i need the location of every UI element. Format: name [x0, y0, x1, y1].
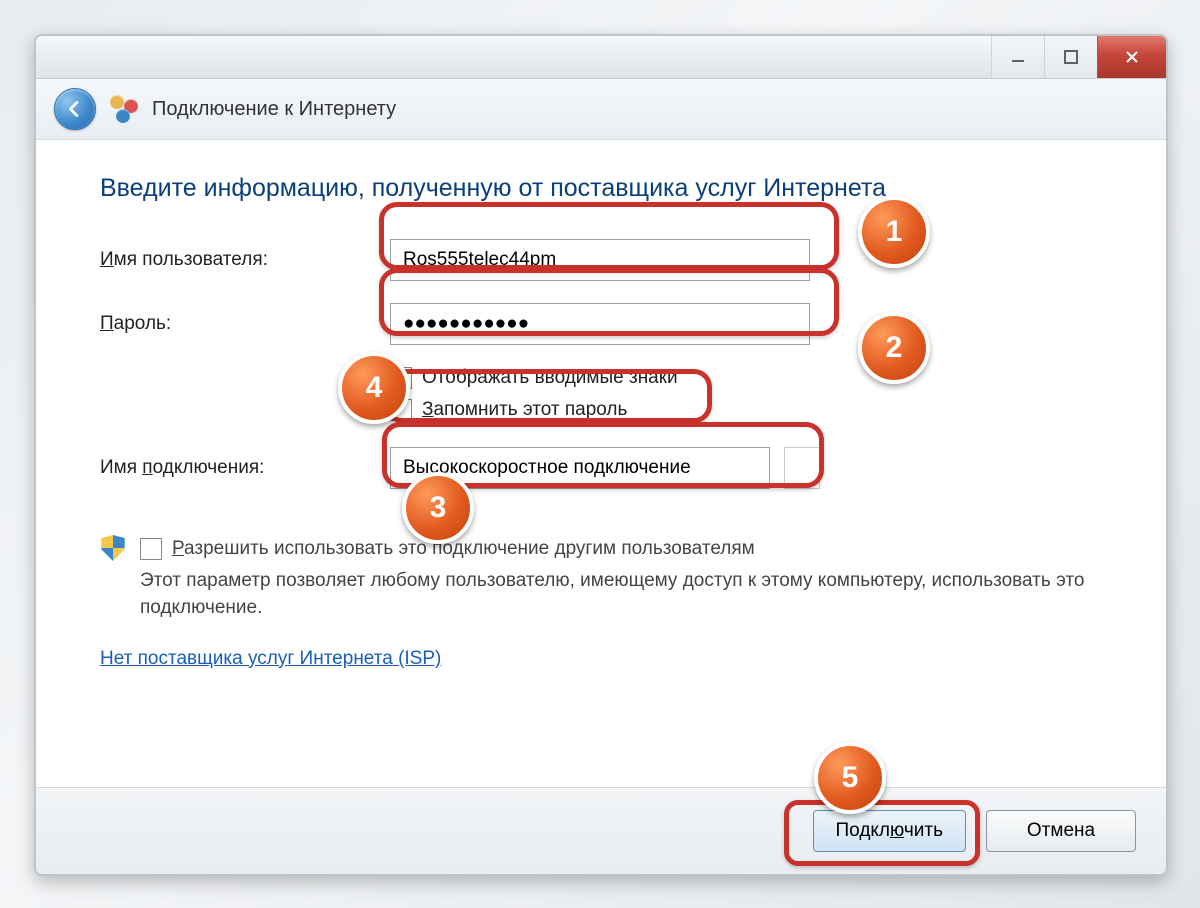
show-characters-label: Отображать вводимые знаки [422, 367, 678, 389]
window-title: Подключение к Интернету [152, 98, 396, 121]
minimize-icon [1009, 48, 1027, 66]
maximize-button[interactable] [1044, 36, 1097, 78]
wizard-header: Подключение к Интернету [36, 79, 1166, 140]
connection-name-input[interactable] [390, 447, 770, 489]
username-label: Имя пользователя: [100, 249, 390, 271]
allow-others-block: Разрешить использовать это подключение д… [100, 535, 1102, 622]
minimize-button[interactable] [991, 36, 1044, 78]
allow-others-label: Разрешить использовать это подключение д… [172, 535, 755, 563]
connection-name-label: Имя подключения: [100, 457, 390, 479]
cancel-button[interactable]: Отмена [986, 810, 1136, 852]
page-heading: Введите информацию, полученную от постав… [100, 174, 1102, 203]
allow-others-checkbox[interactable] [140, 538, 162, 560]
remember-password-label: Запомнить этот пароль [422, 399, 627, 421]
titlebar [36, 36, 1166, 79]
remember-password-checkbox[interactable]: ✓ [390, 399, 412, 421]
close-icon [1123, 48, 1141, 66]
no-isp-link[interactable]: Нет поставщика услуг Интернета (ISP) [100, 648, 441, 670]
content-panel: Введите информацию, полученную от постав… [36, 140, 1166, 824]
close-button[interactable] [1097, 36, 1166, 78]
back-button[interactable] [54, 88, 96, 130]
username-input[interactable] [390, 239, 810, 281]
remember-password-row: ✓ Запомнить этот пароль [390, 399, 1102, 421]
password-row: Пароль: [100, 303, 1102, 345]
password-label: Пароль: [100, 313, 390, 335]
username-row: Имя пользователя: [100, 239, 1102, 281]
password-input[interactable] [390, 303, 810, 345]
show-characters-checkbox[interactable] [390, 367, 412, 389]
dialog-footer: Подключить Отмена [36, 787, 1166, 874]
show-characters-row: Отображать вводимые знаки [390, 367, 1102, 389]
back-arrow-icon [64, 98, 86, 120]
maximize-icon [1062, 48, 1080, 66]
network-icon [110, 95, 138, 123]
shield-icon [100, 535, 126, 561]
connection-name-row: Имя подключения: [100, 447, 1102, 489]
dialog-window: Подключение к Интернету Введите информац… [34, 34, 1168, 876]
allow-others-description: Этот параметр позволяет любому пользоват… [140, 567, 1102, 622]
allow-others-row: Разрешить использовать это подключение д… [140, 535, 1102, 563]
connect-button[interactable]: Подключить [813, 810, 966, 852]
connection-name-aux-box [784, 447, 820, 489]
